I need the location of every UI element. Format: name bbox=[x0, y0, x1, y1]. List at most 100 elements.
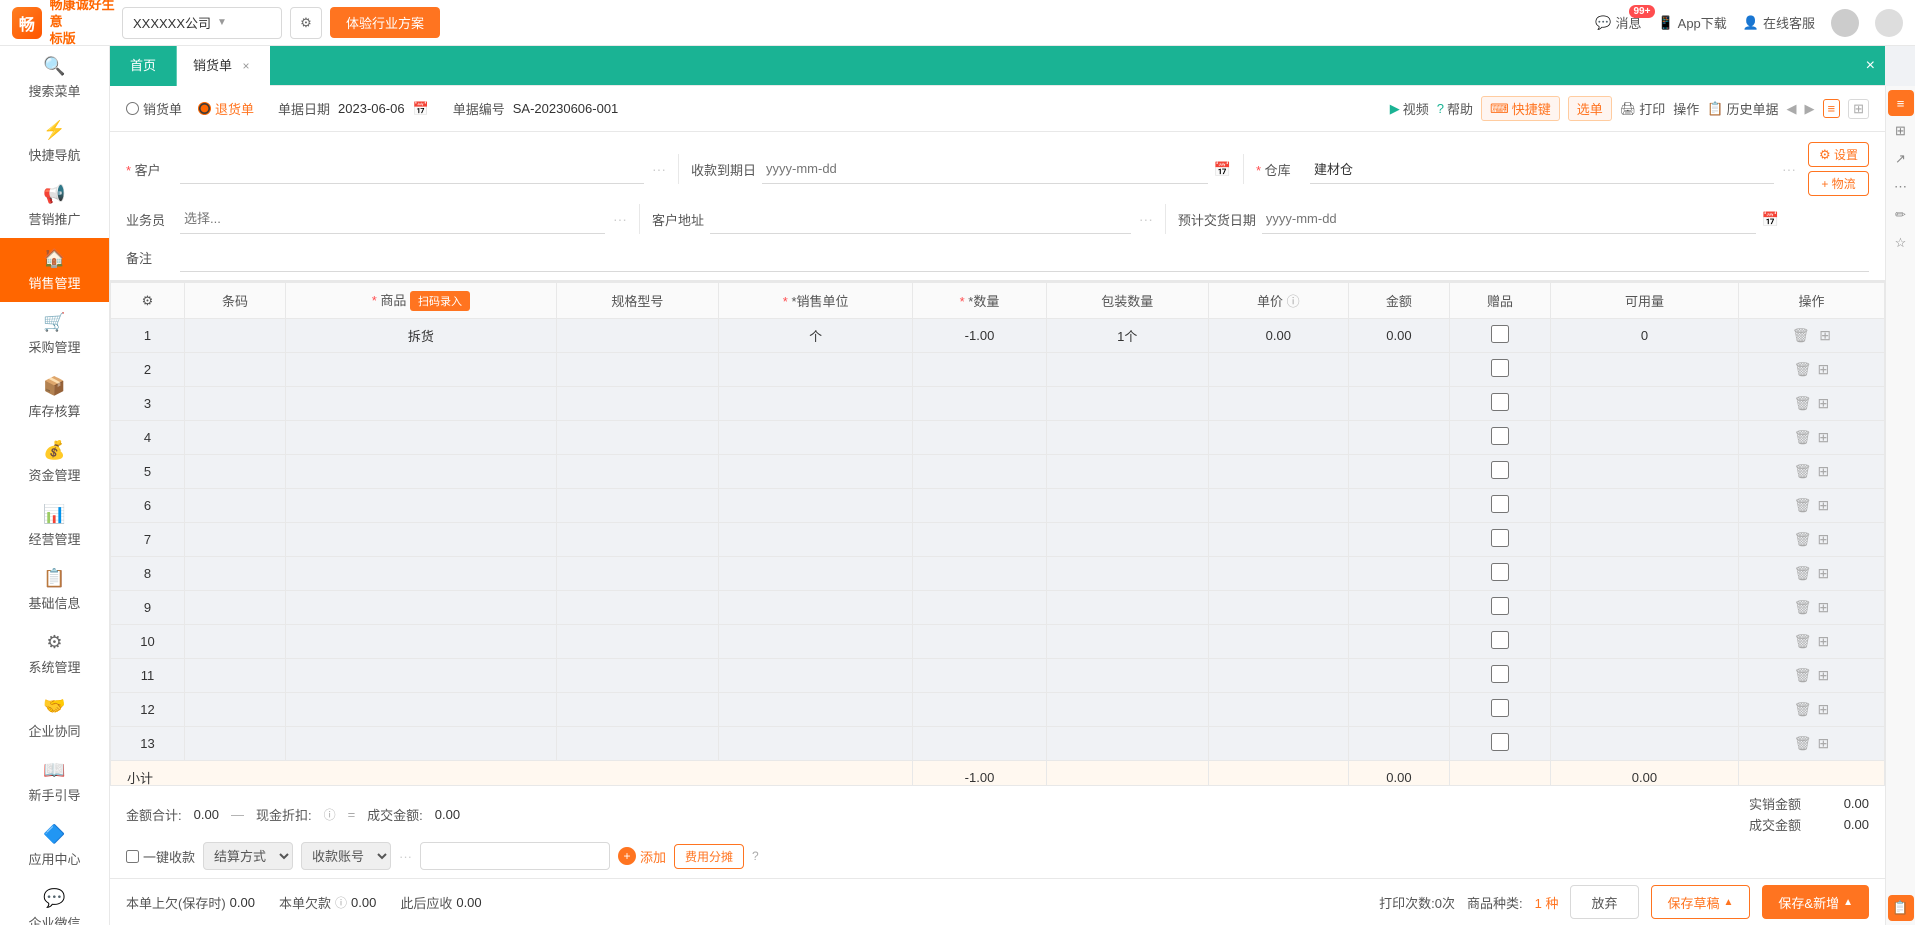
delete-btn[interactable]: 🗑 bbox=[1791, 599, 1815, 616]
calendar-icon[interactable]: 📅 bbox=[413, 101, 429, 117]
sidebar-item-enterprise[interactable]: 🤝 企业协同 bbox=[0, 686, 109, 750]
save-new-chevron[interactable]: ▲ bbox=[1843, 897, 1853, 908]
delete-btn[interactable]: 🗑 bbox=[1791, 429, 1815, 446]
radio-sales[interactable]: 销货单 bbox=[126, 99, 182, 118]
toolbar-video-btn[interactable]: ▶ 视频 bbox=[1390, 99, 1429, 118]
customer-address-input[interactable] bbox=[710, 204, 1131, 234]
copy-btn[interactable]: ⊞ bbox=[1814, 701, 1832, 718]
save-draft-button[interactable]: 保存草稿 ▲ bbox=[1651, 885, 1751, 919]
tab-close-btn[interactable]: × bbox=[238, 58, 254, 74]
warehouse-dots[interactable]: ··· bbox=[1782, 161, 1796, 177]
save-new-button[interactable]: 保存&新增 ▲ bbox=[1762, 885, 1869, 919]
logistics-button[interactable]: + 物流 bbox=[1808, 171, 1869, 196]
toolbar-select-btn[interactable]: 选单 bbox=[1568, 96, 1612, 121]
row-unit-1[interactable]: 个 bbox=[718, 319, 912, 353]
customer-dots[interactable]: ··· bbox=[652, 161, 666, 177]
avatar[interactable] bbox=[1831, 9, 1859, 37]
copy-btn[interactable]: ⊞ bbox=[1814, 429, 1832, 446]
delete-btn[interactable]: 🗑 bbox=[1791, 361, 1815, 378]
sidebar-item-sales[interactable]: 🏠 销售管理 bbox=[0, 238, 109, 302]
delete-btn[interactable]: 🗑 bbox=[1791, 667, 1815, 684]
right-panel-btn-list[interactable]: ≡ bbox=[1888, 90, 1914, 116]
sidebar-item-marketing[interactable]: 📢 营销推广 bbox=[0, 174, 109, 238]
delete-btn[interactable]: 🗑 bbox=[1791, 701, 1815, 718]
fee-help-icon[interactable]: ? bbox=[752, 849, 759, 863]
toolbar-nav-prev[interactable]: ◀ bbox=[1787, 101, 1797, 117]
right-panel-btn-star[interactable]: ☆ bbox=[1888, 230, 1914, 256]
copy-btn[interactable]: ⊞ bbox=[1814, 599, 1832, 616]
copy-btn[interactable]: ⊞ bbox=[1814, 497, 1832, 514]
th-gear[interactable]: ⚙ bbox=[111, 283, 185, 319]
delete-btn[interactable]: 🗑 bbox=[1791, 497, 1815, 514]
salesman-dots[interactable]: ··· bbox=[613, 211, 627, 227]
right-panel-btn-grid[interactable]: ⊞ bbox=[1888, 118, 1914, 144]
sidebar-item-search[interactable]: 🔍 搜索菜单 bbox=[0, 46, 109, 110]
customer-input[interactable] bbox=[180, 154, 644, 184]
sidebar-item-apps[interactable]: 🔷 应用中心 bbox=[0, 814, 109, 878]
copy-btn-1[interactable]: ⊞ bbox=[1816, 327, 1834, 344]
trial-button[interactable]: 体验行业方案 bbox=[330, 7, 440, 38]
payment-date-input[interactable] bbox=[762, 154, 1208, 184]
tab-current[interactable]: 销货单 × bbox=[177, 46, 270, 86]
settlement-select[interactable]: 结算方式 bbox=[203, 842, 293, 870]
app-download-item[interactable]: 📱 App下载 bbox=[1657, 13, 1726, 32]
tab-home[interactable]: 首页 bbox=[110, 46, 177, 86]
online-service-item[interactable]: 👤 在线客服 bbox=[1743, 13, 1815, 32]
right-panel-btn-external[interactable]: ↗ bbox=[1888, 146, 1914, 172]
delete-btn[interactable]: 🗑 bbox=[1791, 735, 1815, 752]
delete-btn-1[interactable]: 🗑 bbox=[1789, 327, 1813, 344]
sidebar-item-guide[interactable]: 📖 新手引导 bbox=[0, 750, 109, 814]
sidebar-item-inventory[interactable]: 📦 库存核算 bbox=[0, 366, 109, 430]
remarks-input[interactable] bbox=[180, 242, 1869, 272]
copy-btn[interactable]: ⊞ bbox=[1814, 361, 1832, 378]
copy-btn[interactable]: ⊞ bbox=[1814, 395, 1832, 412]
expected-delivery-calendar-icon[interactable]: 📅 bbox=[1762, 211, 1779, 228]
right-panel-btn-more[interactable]: ⋯ bbox=[1888, 174, 1914, 200]
sidebar-item-finance[interactable]: 💰 资金管理 bbox=[0, 430, 109, 494]
settings-gear-btn[interactable]: ⚙ bbox=[290, 7, 322, 39]
tab-close-right-icon[interactable]: × bbox=[1866, 57, 1875, 74]
owe-info-icon[interactable]: ⓘ bbox=[335, 894, 347, 911]
row-product-1[interactable]: 拆货 bbox=[285, 319, 556, 353]
sidebar-item-wechat[interactable]: 💬 企业微信 bbox=[0, 878, 109, 925]
abandon-button[interactable]: 放弃 bbox=[1570, 885, 1638, 919]
account-select[interactable]: 收款账号 bbox=[301, 842, 391, 870]
company-selector[interactable]: XXXXXX公司 ▼ bbox=[122, 7, 282, 39]
row-gift-1[interactable] bbox=[1449, 319, 1550, 353]
row-spec-1[interactable] bbox=[556, 319, 718, 353]
quick-collect-checkbox[interactable]: 一键收款 bbox=[126, 847, 195, 866]
row-barcode-1[interactable] bbox=[184, 319, 285, 353]
delete-btn[interactable]: 🗑 bbox=[1791, 531, 1815, 548]
delete-btn[interactable]: 🗑 bbox=[1791, 395, 1815, 412]
sidebar-item-quick-nav[interactable]: ⚡ 快捷导航 bbox=[0, 110, 109, 174]
row-pack-qty-1[interactable]: 1个 bbox=[1046, 319, 1208, 353]
payment-date-calendar-icon[interactable]: 📅 bbox=[1214, 161, 1231, 178]
copy-btn[interactable]: ⊞ bbox=[1814, 667, 1832, 684]
delete-btn[interactable]: 🗑 bbox=[1791, 565, 1815, 582]
toolbar-nav-next[interactable]: ▶ bbox=[1805, 101, 1815, 117]
radio-return[interactable]: 退货单 bbox=[198, 99, 254, 118]
message-item[interactable]: 💬 消息 99+ bbox=[1595, 13, 1641, 32]
copy-btn[interactable]: ⊞ bbox=[1814, 735, 1832, 752]
row-amount-1[interactable]: 0.00 bbox=[1348, 319, 1449, 353]
amount-input[interactable] bbox=[420, 842, 610, 870]
customer-address-dots[interactable]: ··· bbox=[1139, 211, 1153, 227]
copy-btn[interactable]: ⊞ bbox=[1814, 565, 1832, 582]
copy-btn[interactable]: ⊞ bbox=[1814, 463, 1832, 480]
right-panel-btn-orange[interactable]: 📋 bbox=[1888, 895, 1914, 921]
salesman-input[interactable] bbox=[180, 204, 605, 234]
delete-btn[interactable]: 🗑 bbox=[1791, 463, 1815, 480]
toolbar-grid-view[interactable]: ⊞ bbox=[1848, 99, 1869, 119]
toolbar-print-btn[interactable]: 🖨 打印 bbox=[1620, 99, 1666, 118]
account-dots[interactable]: ··· bbox=[399, 849, 412, 864]
toolbar-history-btn[interactable]: 📋 历史单据 bbox=[1707, 99, 1778, 118]
copy-btn[interactable]: ⊞ bbox=[1814, 633, 1832, 650]
delete-btn[interactable]: 🗑 bbox=[1791, 633, 1815, 650]
expected-delivery-input[interactable] bbox=[1262, 204, 1756, 234]
row-qty-1[interactable]: -1.00 bbox=[913, 319, 1046, 353]
toolbar-list-view[interactable]: ≡ bbox=[1823, 99, 1841, 118]
scan-btn[interactable]: 扫码录入 bbox=[410, 291, 470, 311]
warehouse-input[interactable] bbox=[1310, 154, 1774, 184]
cash-discount-info[interactable]: ⓘ bbox=[324, 806, 336, 823]
toolbar-action-btn[interactable]: 操作 bbox=[1673, 99, 1699, 118]
